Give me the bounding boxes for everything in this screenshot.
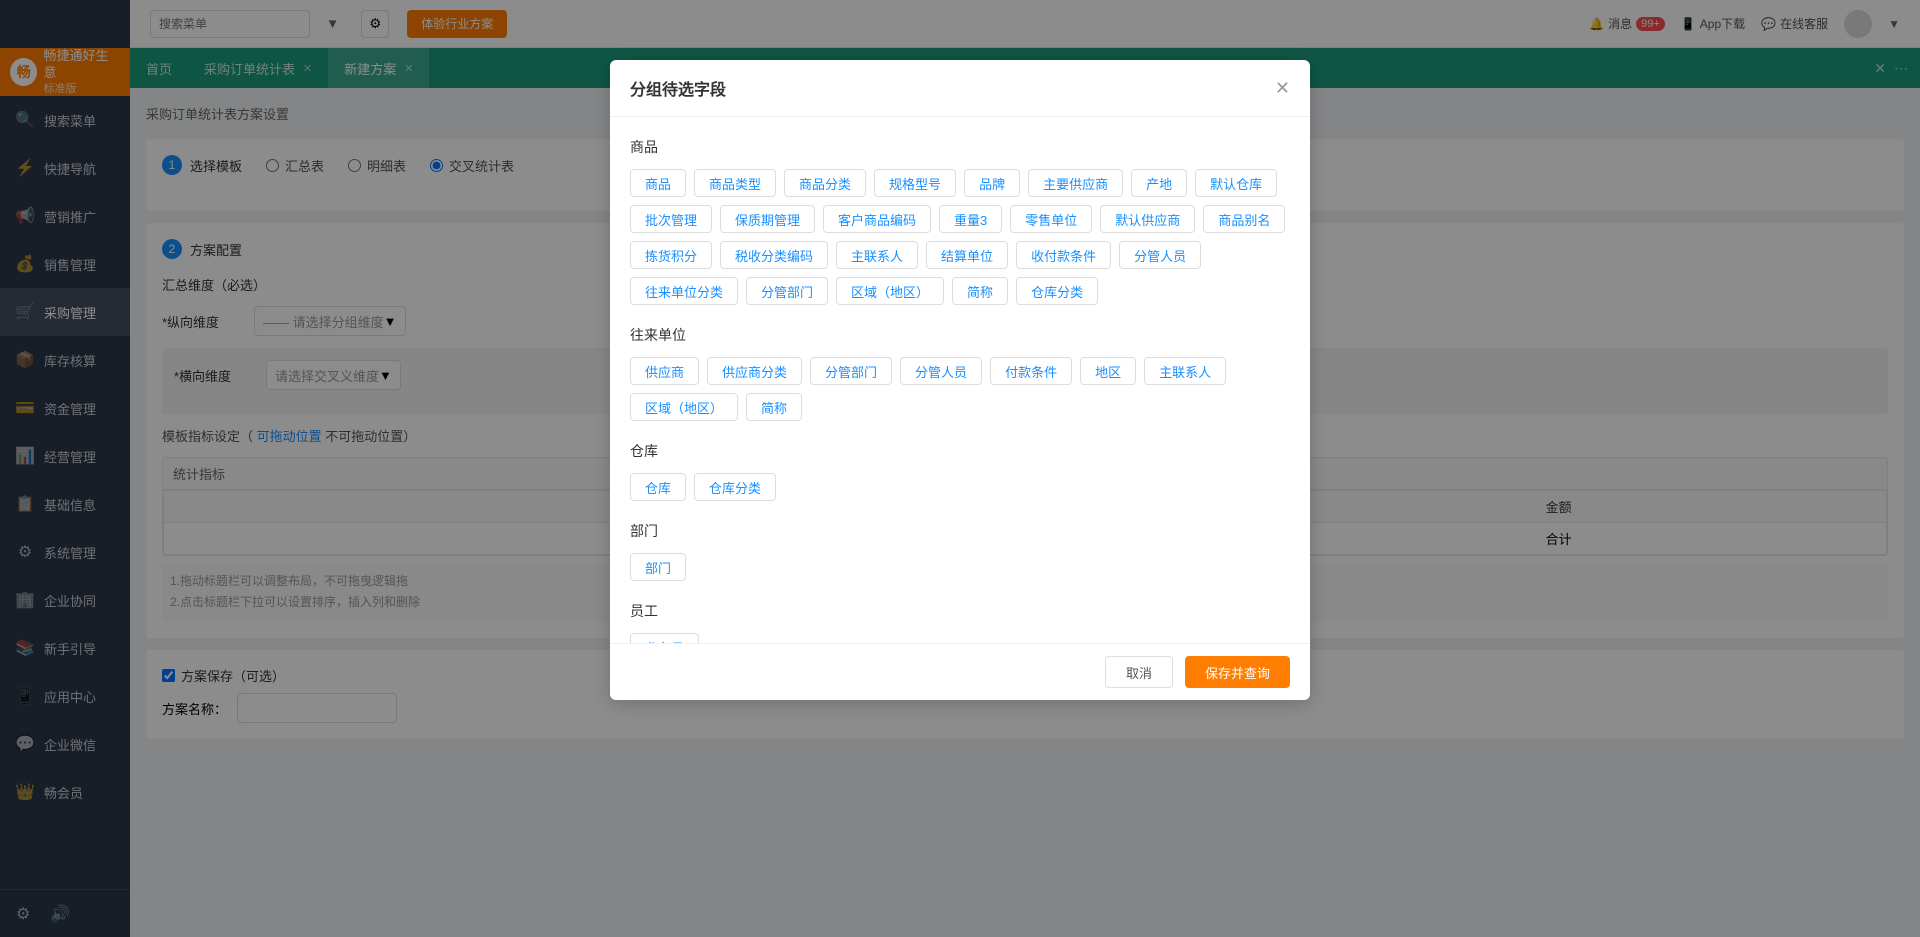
field-tag[interactable]: 往来单位分类 bbox=[630, 277, 738, 305]
field-tag[interactable]: 简称 bbox=[952, 277, 1008, 305]
field-tag[interactable]: 地区 bbox=[1080, 357, 1136, 385]
field-tag[interactable]: 简称 bbox=[746, 393, 802, 421]
field-tag[interactable]: 商品分类 bbox=[784, 169, 866, 197]
field-tag[interactable]: 批次管理 bbox=[630, 205, 712, 233]
field-tag[interactable]: 主联系人 bbox=[1144, 357, 1226, 385]
section-goods: 商品 商品 商品类型 商品分类 规格型号 品牌 主要供应商 产地 默认仓库 批次… bbox=[630, 137, 1290, 305]
field-tag[interactable]: 税收分类编码 bbox=[720, 241, 828, 269]
field-tag-employee[interactable]: 业务员 bbox=[630, 633, 699, 643]
field-tag[interactable]: 重量3 bbox=[939, 205, 1002, 233]
field-tag[interactable]: 仓库分类 bbox=[694, 473, 776, 501]
field-tag[interactable]: 付款条件 bbox=[990, 357, 1072, 385]
field-tag[interactable]: 产地 bbox=[1131, 169, 1187, 197]
section-department: 部门 部门 bbox=[630, 521, 1290, 581]
field-tag[interactable]: 区域（地区） bbox=[630, 393, 738, 421]
section-department-title: 部门 bbox=[630, 521, 1290, 541]
confirm-button[interactable]: 保存并查询 bbox=[1185, 656, 1290, 688]
section-goods-title: 商品 bbox=[630, 137, 1290, 157]
field-tag[interactable]: 分管人员 bbox=[1119, 241, 1201, 269]
section-warehouse: 仓库 仓库 仓库分类 bbox=[630, 441, 1290, 501]
section-warehouse-title: 仓库 bbox=[630, 441, 1290, 461]
field-tag[interactable]: 拣货积分 bbox=[630, 241, 712, 269]
field-tag[interactable]: 商品别名 bbox=[1203, 205, 1285, 233]
section-partner-title: 往来单位 bbox=[630, 325, 1290, 345]
field-tag[interactable]: 客户商品编码 bbox=[823, 205, 931, 233]
field-tag[interactable]: 收付款条件 bbox=[1016, 241, 1111, 269]
section-employee-fields: 业务员 bbox=[630, 633, 1290, 643]
section-employee-title: 员工 bbox=[630, 601, 1290, 621]
field-tag[interactable]: 商品类型 bbox=[694, 169, 776, 197]
section-partner-fields: 供应商 供应商分类 分管部门 分管人员 付款条件 地区 主联系人 区域（地区） … bbox=[630, 357, 1290, 421]
field-tag[interactable]: 主联系人 bbox=[836, 241, 918, 269]
field-tag[interactable]: 保质期管理 bbox=[720, 205, 815, 233]
field-tag[interactable]: 默认供应商 bbox=[1100, 205, 1195, 233]
section-department-fields: 部门 bbox=[630, 553, 1290, 581]
modal-overlay: 分组待选字段 ✕ 商品 商品 商品类型 商品分类 规格型号 品牌 主要供应商 产… bbox=[0, 0, 1920, 937]
field-tag[interactable]: 结算单位 bbox=[926, 241, 1008, 269]
modal-body: 商品 商品 商品类型 商品分类 规格型号 品牌 主要供应商 产地 默认仓库 批次… bbox=[610, 117, 1310, 643]
field-tag[interactable]: 规格型号 bbox=[874, 169, 956, 197]
field-tag[interactable]: 零售单位 bbox=[1010, 205, 1092, 233]
modal-header: 分组待选字段 ✕ bbox=[610, 60, 1310, 117]
field-tag[interactable]: 区域（地区） bbox=[836, 277, 944, 305]
field-tag[interactable]: 仓库 bbox=[630, 473, 686, 501]
field-tag[interactable]: 分管部门 bbox=[810, 357, 892, 385]
field-tag[interactable]: 默认仓库 bbox=[1195, 169, 1277, 197]
field-tag[interactable]: 供应商分类 bbox=[707, 357, 802, 385]
cancel-button[interactable]: 取消 bbox=[1105, 656, 1173, 688]
section-goods-fields: 商品 商品类型 商品分类 规格型号 品牌 主要供应商 产地 默认仓库 批次管理 … bbox=[630, 169, 1290, 305]
field-tag[interactable]: 供应商 bbox=[630, 357, 699, 385]
field-tag[interactable]: 品牌 bbox=[964, 169, 1020, 197]
field-tag[interactable]: 商品 bbox=[630, 169, 686, 197]
section-warehouse-fields: 仓库 仓库分类 bbox=[630, 473, 1290, 501]
section-partner: 往来单位 供应商 供应商分类 分管部门 分管人员 付款条件 地区 主联系人 区域… bbox=[630, 325, 1290, 421]
field-tag[interactable]: 仓库分类 bbox=[1016, 277, 1098, 305]
modal-title: 分组待选字段 bbox=[630, 76, 726, 100]
modal-close-button[interactable]: ✕ bbox=[1275, 78, 1290, 99]
field-tag[interactable]: 主要供应商 bbox=[1028, 169, 1123, 197]
modal-dialog: 分组待选字段 ✕ 商品 商品 商品类型 商品分类 规格型号 品牌 主要供应商 产… bbox=[610, 60, 1310, 700]
field-tag[interactable]: 部门 bbox=[630, 553, 686, 581]
field-tag[interactable]: 分管部门 bbox=[746, 277, 828, 305]
section-employee: 员工 业务员 bbox=[630, 601, 1290, 643]
modal-footer: 取消 保存并查询 bbox=[610, 643, 1310, 700]
field-tag[interactable]: 分管人员 bbox=[900, 357, 982, 385]
